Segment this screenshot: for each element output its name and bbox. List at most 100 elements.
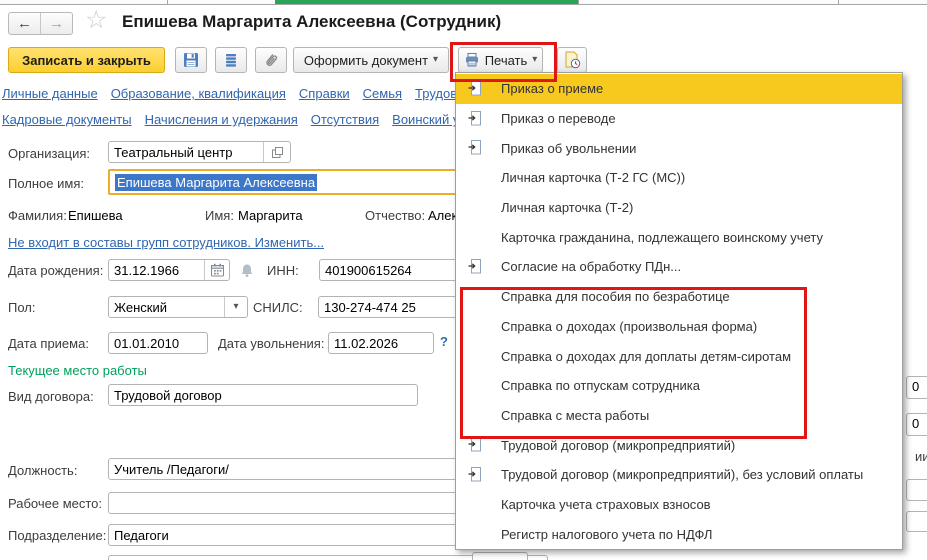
sex-combo[interactable]: Женский ▾ xyxy=(108,296,248,318)
calendar-picker-button[interactable] xyxy=(204,260,229,280)
create-document-button[interactable]: Оформить документ ▾ xyxy=(293,47,449,73)
fire-date-field[interactable]: 11.02.2026 xyxy=(328,332,434,354)
menu-item-unemployment-certificate[interactable]: Справка для пособия по безработице xyxy=(456,282,902,312)
menu-item-label: Справка о доходах (произвольная форма) xyxy=(501,318,758,334)
clipped-value: 0 xyxy=(912,416,920,431)
calendar-icon xyxy=(210,263,224,277)
paperclip-icon xyxy=(266,54,278,66)
print-form-icon xyxy=(467,258,485,276)
employee-groups-link[interactable]: Не входит в составы групп сотрудников. И… xyxy=(8,235,324,250)
menu-item-label: Трудовой договор (микропредприятий) xyxy=(501,437,736,453)
employee-card-window: ← → ☆ Епишева Маргарита Алексеевна (Сотр… xyxy=(0,0,927,560)
print-form-icon xyxy=(467,466,485,484)
save-and-close-button[interactable]: Записать и закрыть xyxy=(8,47,165,73)
fire-date-value: 11.02.2026 xyxy=(334,335,399,351)
name-value: Маргарита xyxy=(238,208,303,223)
chevron-down-icon: ▾ xyxy=(532,54,538,65)
menu-item-dismissal-order[interactable]: Приказ об увольнении xyxy=(456,133,902,163)
top-tab-strip xyxy=(0,0,927,5)
floppy-disk-icon xyxy=(184,53,198,67)
contract-type-label: Вид договора: xyxy=(8,389,94,404)
menu-item-micro-contract-no-pay[interactable]: Трудовой договор (микропредприятий), без… xyxy=(456,460,902,490)
menu-item-label: Приказ о переводе xyxy=(501,111,616,127)
sex-combo-arrow[interactable]: ▾ xyxy=(224,297,247,317)
chevron-down-icon: ▾ xyxy=(233,301,239,312)
position-label: Должность: xyxy=(8,463,78,478)
tab-accruals[interactable]: Начисления и удержания xyxy=(145,112,298,127)
menu-item-income-certificate-free-form[interactable]: Справка о доходах (произвольная форма) xyxy=(456,312,902,342)
clipped-value: 0 xyxy=(912,379,920,394)
full-name-label: Полное имя: xyxy=(8,176,84,191)
contract-type-field[interactable]: Трудовой договор xyxy=(108,384,418,406)
history-nav-group: ← → xyxy=(8,12,73,35)
inn-label: ИНН: xyxy=(267,263,299,278)
open-organization-button[interactable] xyxy=(263,142,290,162)
inn-value: 401900615264 xyxy=(325,262,412,278)
workplace-label: Рабочее место: xyxy=(8,496,103,511)
menu-item-personal-data-consent[interactable]: Согласие на обработку ПДн... xyxy=(456,252,902,282)
menu-item-label: Согласие на обработку ПДн... xyxy=(501,259,682,275)
fire-date-help-link[interactable]: ? xyxy=(440,334,448,349)
menu-item-hiring-order[interactable]: Приказ о приеме xyxy=(456,74,902,104)
hire-date-field[interactable]: 01.01.2010 xyxy=(108,332,208,354)
menu-item-employment-certificate[interactable]: Справка с места работы xyxy=(456,401,902,431)
print-button[interactable]: Печать ▾ xyxy=(458,47,543,73)
document-clock-icon xyxy=(565,51,581,69)
forward-arrow-icon: → xyxy=(49,15,64,32)
menu-item-label: Приказ о приеме xyxy=(501,81,604,97)
menu-item-label: Справка для пособия по безработице xyxy=(501,289,730,305)
tab-education[interactable]: Образование, квалификация xyxy=(111,86,286,101)
menu-item-vacation-certificate[interactable]: Справка по отпускам сотрудника xyxy=(456,371,902,401)
menu-item-micro-contract[interactable]: Трудовой договор (микропредприятий) xyxy=(456,430,902,460)
hire-date-label: Дата приема: xyxy=(8,336,89,351)
fire-date-label: Дата увольнения: xyxy=(218,336,325,351)
menu-item-personal-card-t2[interactable]: Личная карточка (Т-2) xyxy=(456,193,902,223)
organization-field[interactable]: Театральный центр xyxy=(108,141,291,163)
partial-field-under-menu xyxy=(472,552,528,560)
clipped-field-right-1[interactable]: 0 xyxy=(906,376,927,399)
clipped-field-right-3[interactable] xyxy=(906,479,927,501)
patronymic-label: Отчество: xyxy=(365,208,426,223)
favorites-star-icon[interactable]: ☆ xyxy=(85,6,107,34)
menu-item-label: Карточка учета страховых взносов xyxy=(501,496,711,512)
surname-value: Епишева xyxy=(68,208,123,223)
tab-separator xyxy=(167,0,168,4)
organization-label: Организация: xyxy=(8,146,91,161)
current-workplace-section-header: Текущее место работы xyxy=(8,363,147,378)
clipped-field-right-4[interactable] xyxy=(906,511,927,532)
tab-certificates[interactable]: Справки xyxy=(299,86,350,101)
birth-date-field[interactable]: 31.12.1966 xyxy=(108,259,230,281)
snils-label: СНИЛС: xyxy=(253,300,303,315)
back-arrow-icon: ← xyxy=(17,15,32,32)
attachments-button[interactable] xyxy=(255,47,287,73)
document-history-button[interactable] xyxy=(557,47,587,73)
sex-label: Пол: xyxy=(8,300,36,315)
tab-hr-documents[interactable]: Кадровые документы xyxy=(2,112,132,127)
sex-value: Женский xyxy=(114,299,167,315)
print-form-icon xyxy=(467,436,485,454)
clipped-field-right-2[interactable]: 0 xyxy=(906,413,927,436)
section-links-row-2: Кадровые документы Начисления и удержани… xyxy=(2,112,479,127)
hire-date-value: 01.01.2010 xyxy=(114,335,180,351)
forward-button[interactable]: → xyxy=(41,13,72,34)
back-button[interactable]: ← xyxy=(9,13,41,34)
print-form-icon xyxy=(467,110,485,128)
tab-personal-data[interactable]: Личные данные xyxy=(2,86,98,101)
tab-absences[interactable]: Отсутствия xyxy=(311,112,379,127)
menu-item-military-citizen-card[interactable]: Карточка гражданина, подлежащего воинско… xyxy=(456,222,902,252)
page-title: Епишева Маргарита Алексеевна (Сотрудник) xyxy=(122,12,502,31)
save-button[interactable] xyxy=(175,47,207,73)
birth-date-value: 31.12.1966 xyxy=(114,262,180,278)
menu-item-insurance-card[interactable]: Карточка учета страховых взносов xyxy=(456,490,902,520)
tab-family[interactable]: Семья xyxy=(363,86,402,101)
printer-icon xyxy=(465,53,478,67)
menu-item-ndfl-register[interactable]: Регистр налогового учета по НДФЛ xyxy=(456,519,902,549)
clipped-label-right: ии xyxy=(915,449,927,464)
menu-item-label: Карточка гражданина, подлежащего воинско… xyxy=(501,229,823,245)
print-form-icon xyxy=(467,80,485,98)
menu-item-label: Личная карточка (Т-2) xyxy=(501,200,634,216)
menu-item-income-certificate-orphans[interactable]: Справка о доходах для доплаты детям-сиро… xyxy=(456,341,902,371)
menu-item-personal-card-t2gs[interactable]: Личная карточка (Т-2 ГС (МС)) xyxy=(456,163,902,193)
read-record-button[interactable] xyxy=(215,47,247,73)
menu-item-transfer-order[interactable]: Приказ о переводе xyxy=(456,104,902,134)
